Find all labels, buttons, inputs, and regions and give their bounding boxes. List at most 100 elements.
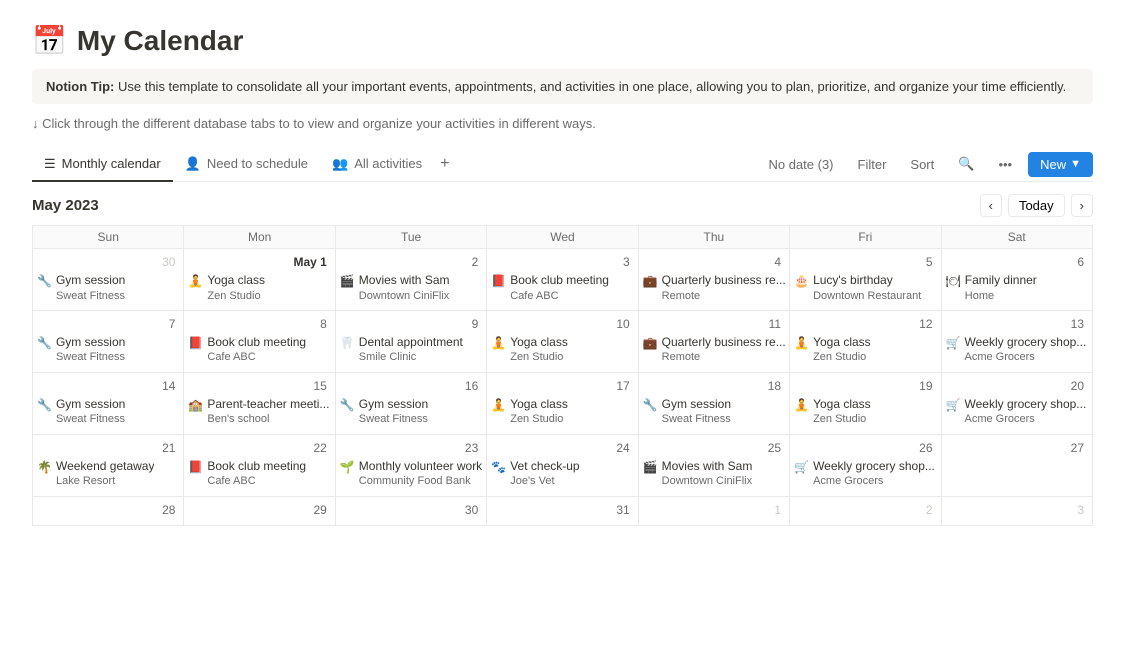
- today-button[interactable]: Today: [1008, 194, 1065, 217]
- event-info: Weekend getawayLake Resort: [56, 459, 155, 489]
- calendar-day[interactable]: 5🎂Lucy's birthdayDowntown Restaurant: [790, 249, 941, 311]
- event-item[interactable]: 🌱Monthly volunteer workCommunity Food Ba…: [340, 459, 482, 489]
- event-item[interactable]: 💼Quarterly business re...Remote: [643, 273, 785, 303]
- more-options-button[interactable]: •••: [990, 153, 1020, 176]
- event-item[interactable]: 🔧Gym sessionSweat Fitness: [643, 397, 785, 427]
- calendar-day[interactable]: 13🛒Weekly grocery shop...Acme Grocers: [941, 310, 1092, 372]
- event-item[interactable]: 📕Book club meetingCafe ABC: [491, 273, 633, 303]
- event-item[interactable]: 🎬Movies with SamDowntown CiniFlix: [643, 459, 785, 489]
- calendar-day[interactable]: 6 🍽Family dinnerHome: [941, 249, 1092, 311]
- event-item[interactable]: 🐾Vet check-upJoe's Vet: [491, 459, 633, 489]
- calendar-day[interactable]: 2🎬Movies with SamDowntown CiniFlix: [335, 249, 486, 311]
- event-location: Smile Clinic: [359, 350, 463, 364]
- day-number: 8: [188, 315, 330, 333]
- event-item[interactable]: 🔧Gym sessionSweat Fitness: [37, 273, 179, 303]
- tip-label: Notion Tip:: [46, 79, 114, 94]
- calendar-day[interactable]: 4💼Quarterly business re...Remote: [638, 249, 789, 311]
- prev-month-button[interactable]: ‹: [980, 194, 1002, 217]
- event-item[interactable]: 🦷Dental appointmentSmile Clinic: [340, 335, 482, 365]
- event-item[interactable]: 🔧Gym sessionSweat Fitness: [37, 335, 179, 365]
- search-button[interactable]: 🔍: [950, 152, 982, 176]
- sort-button[interactable]: Sort: [902, 153, 942, 176]
- event-type-icon: 🔧: [37, 398, 52, 414]
- event-item[interactable]: 🧘Yoga classZen Studio: [794, 335, 936, 365]
- calendar-day[interactable]: 30: [335, 496, 486, 525]
- event-item[interactable]: 🎬Movies with SamDowntown CiniFlix: [340, 273, 482, 303]
- page-title: My Calendar: [77, 25, 244, 57]
- event-item[interactable]: 🧘Yoga classZen Studio: [491, 335, 633, 365]
- event-item[interactable]: 🛒Weekly grocery shop...Acme Grocers: [946, 397, 1088, 427]
- event-info: Family dinnerHome: [965, 273, 1037, 303]
- add-tab-button[interactable]: +: [434, 147, 455, 181]
- schedule-tab-icon: 👤: [185, 156, 201, 172]
- calendar-day[interactable]: 23 🌱Monthly volunteer workCommunity Food …: [335, 434, 486, 496]
- event-item[interactable]: 🛒Weekly grocery shop...Acme Grocers: [946, 335, 1088, 365]
- calendar-day[interactable]: 24🐾Vet check-upJoe's Vet: [487, 434, 638, 496]
- event-type-icon: 💼: [643, 274, 658, 290]
- event-location: Zen Studio: [510, 350, 568, 364]
- filter-button[interactable]: Filter: [850, 153, 895, 176]
- calendar-day[interactable]: 11💼Quarterly business re...Remote: [638, 310, 789, 372]
- calendar-day[interactable]: 21🌴Weekend getawayLake Resort: [33, 434, 184, 496]
- event-item[interactable]: 🧘Yoga classZen Studio: [491, 397, 633, 427]
- tab-need-to-schedule[interactable]: 👤 Need to schedule: [173, 148, 320, 182]
- tab-monthly-calendar[interactable]: ☰ Monthly calendar: [32, 148, 173, 182]
- calendar-day[interactable]: May 1🧘Yoga classZen Studio: [184, 249, 335, 311]
- calendar-day[interactable]: 9🦷Dental appointmentSmile Clinic: [335, 310, 486, 372]
- event-info: Lucy's birthdayDowntown Restaurant: [813, 273, 921, 303]
- event-item[interactable]: 🏫Parent-teacher meeti...Ben's school: [188, 397, 330, 427]
- event-item[interactable]: 🛒Weekly grocery shop...Acme Grocers: [794, 459, 936, 489]
- calendar-day[interactable]: 8 📕Book club meetingCafe ABC: [184, 310, 335, 372]
- calendar-day[interactable]: 14🔧Gym sessionSweat Fitness: [33, 372, 184, 434]
- calendar-day[interactable]: 26🛒Weekly grocery shop...Acme Grocers: [790, 434, 941, 496]
- event-info: Movies with SamDowntown CiniFlix: [662, 459, 753, 489]
- calendar-day[interactable]: 19🧘Yoga classZen Studio: [790, 372, 941, 434]
- calendar-day[interactable]: 7🔧Gym sessionSweat Fitness: [33, 310, 184, 372]
- calendar-day[interactable]: 3📕Book club meetingCafe ABC: [487, 249, 638, 311]
- day-number: 2: [794, 501, 936, 519]
- calendar-day[interactable]: 29: [184, 496, 335, 525]
- calendar-day[interactable]: 22📕Book club meetingCafe ABC: [184, 434, 335, 496]
- event-item[interactable]: 💼Quarterly business re...Remote: [643, 335, 785, 365]
- calendar-day[interactable]: 16🔧Gym sessionSweat Fitness: [335, 372, 486, 434]
- no-date-button[interactable]: No date (3): [760, 153, 841, 176]
- calendar-day[interactable]: 15🏫Parent-teacher meeti...Ben's school: [184, 372, 335, 434]
- event-name: Quarterly business re...: [662, 273, 786, 289]
- event-type-icon: 🧘: [491, 398, 506, 414]
- event-location: Cafe ABC: [207, 474, 306, 488]
- event-name: Gym session: [662, 397, 731, 413]
- event-name: Gym session: [56, 273, 125, 289]
- event-item[interactable]: 🔧Gym sessionSweat Fitness: [340, 397, 482, 427]
- event-item[interactable]: 🧘Yoga classZen Studio: [188, 273, 330, 303]
- calendar-day[interactable]: 20🛒Weekly grocery shop...Acme Grocers: [941, 372, 1092, 434]
- calendar-day[interactable]: 30🔧Gym sessionSweat Fitness: [33, 249, 184, 311]
- event-type-icon: 📕: [188, 336, 203, 352]
- next-month-button[interactable]: ›: [1071, 194, 1093, 217]
- calendar-day[interactable]: 28: [33, 496, 184, 525]
- event-item[interactable]: 🔧Gym sessionSweat Fitness: [37, 397, 179, 427]
- month-title: May 2023: [32, 197, 99, 214]
- event-item[interactable]: 🧘Yoga classZen Studio: [794, 397, 936, 427]
- new-button[interactable]: New ▼: [1028, 152, 1093, 177]
- calendar-day[interactable]: 12🧘Yoga classZen Studio: [790, 310, 941, 372]
- event-item[interactable]: 🍽Family dinnerHome: [946, 273, 1088, 303]
- event-item[interactable]: 📕Book club meetingCafe ABC: [188, 459, 330, 489]
- day-number: 6: [946, 253, 1088, 271]
- event-location: Sweat Fitness: [56, 350, 125, 364]
- calendar-day[interactable]: 10🧘Yoga classZen Studio: [487, 310, 638, 372]
- calendar-day[interactable]: 3: [941, 496, 1092, 525]
- event-location: Zen Studio: [813, 412, 871, 426]
- calendar-day[interactable]: 31: [487, 496, 638, 525]
- calendar-day[interactable]: 18🔧Gym sessionSweat Fitness: [638, 372, 789, 434]
- day-number: 23: [340, 439, 482, 457]
- event-item[interactable]: 🌴Weekend getawayLake Resort: [37, 459, 179, 489]
- calendar-day[interactable]: 1: [638, 496, 789, 525]
- calendar-day[interactable]: 25🎬Movies with SamDowntown CiniFlix: [638, 434, 789, 496]
- tab-all-activities[interactable]: 👥 All activities: [320, 148, 434, 182]
- event-item[interactable]: 📕Book club meetingCafe ABC: [188, 335, 330, 365]
- event-name: Book club meeting: [207, 459, 306, 475]
- calendar-day[interactable]: 17🧘Yoga classZen Studio: [487, 372, 638, 434]
- calendar-day[interactable]: 27: [941, 434, 1092, 496]
- calendar-day[interactable]: 2: [790, 496, 941, 525]
- event-item[interactable]: 🎂Lucy's birthdayDowntown Restaurant: [794, 273, 936, 303]
